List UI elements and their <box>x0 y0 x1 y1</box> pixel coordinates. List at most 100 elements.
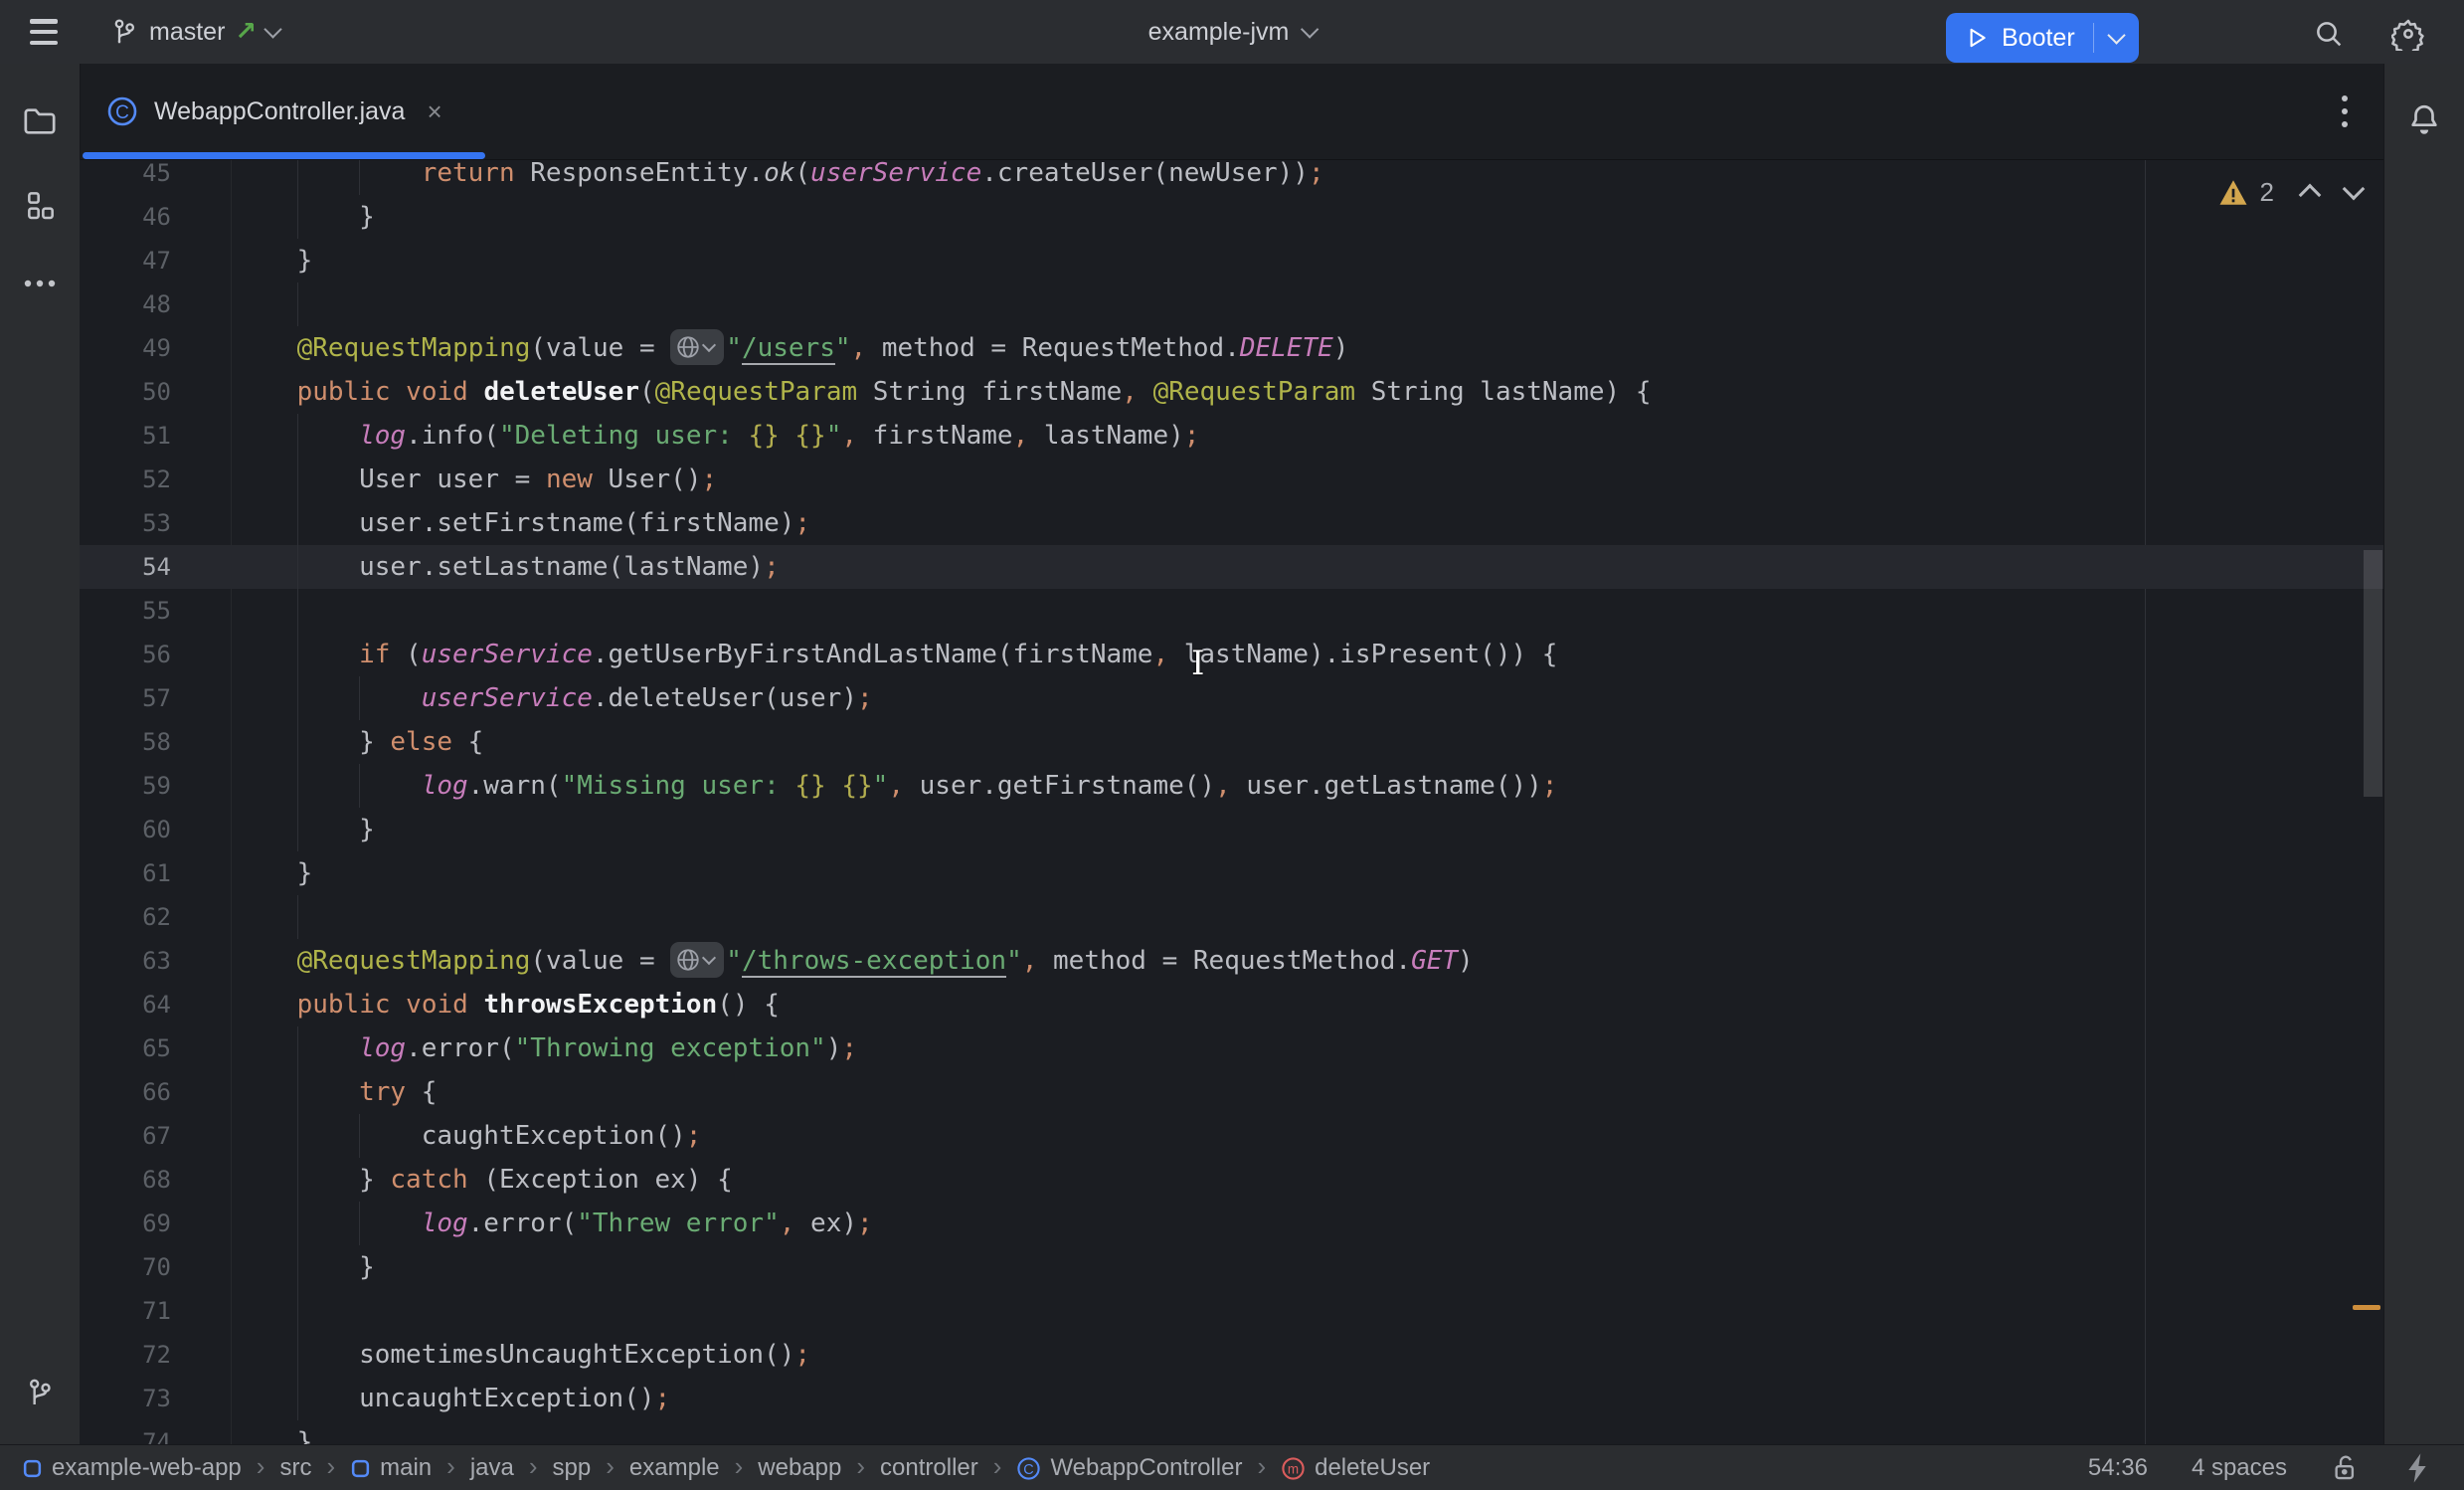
line-number[interactable]: 45 <box>80 160 171 195</box>
line-number[interactable]: 67 <box>80 1114 171 1158</box>
code-line[interactable]: 46} <box>80 195 2383 239</box>
code-line[interactable]: 74} <box>80 1420 2383 1444</box>
breadcrumb-item[interactable]: example-web-app <box>22 1454 242 1482</box>
run-options-button[interactable] <box>2094 35 2139 42</box>
line-number[interactable]: 63 <box>80 939 171 983</box>
tab-webappcontroller[interactable]: C WebappController.java × <box>81 64 470 159</box>
code-line[interactable]: 57userService.deleteUser(user); <box>80 676 2383 720</box>
breadcrumb-item[interactable]: main <box>350 1454 432 1482</box>
code-line[interactable]: 67caughtException(); <box>80 1114 2383 1158</box>
error-stripe-warning-mark[interactable] <box>2353 1305 2380 1310</box>
settings-gear-button[interactable] <box>2384 12 2432 56</box>
code-line[interactable]: 54user.setLastname(lastName); <box>80 545 2383 589</box>
unlock-icon[interactable] <box>2331 1452 2361 1484</box>
code-line[interactable]: 61} <box>80 851 2383 895</box>
line-number[interactable]: 70 <box>80 1245 171 1289</box>
code-line[interactable]: 68} catch (Exception ex) { <box>80 1158 2383 1202</box>
line-number[interactable]: 59 <box>80 764 171 808</box>
line-number[interactable]: 46 <box>80 195 171 239</box>
code-line[interactable]: 65log.error("Throwing exception"); <box>80 1026 2383 1070</box>
url-inlay-chip[interactable] <box>670 942 724 978</box>
line-number[interactable]: 72 <box>80 1333 171 1377</box>
line-number[interactable]: 65 <box>80 1026 171 1070</box>
line-number[interactable]: 60 <box>80 808 171 851</box>
code-line[interactable]: 64public void throwsException() { <box>80 983 2383 1026</box>
breadcrumb-separator: › <box>257 1451 265 1482</box>
line-number[interactable]: 56 <box>80 633 171 676</box>
prev-issue-chevron-up-icon[interactable] <box>2299 184 2322 207</box>
code-line[interactable]: 72sometimesUncaughtException(); <box>80 1333 2383 1377</box>
line-number[interactable]: 71 <box>80 1289 171 1333</box>
line-number[interactable]: 73 <box>80 1377 171 1420</box>
code-line[interactable]: 62 <box>80 895 2383 939</box>
breadcrumb-item[interactable]: mdeleteUser <box>1281 1454 1430 1482</box>
code-line[interactable]: 49@RequestMapping(value = "/users", meth… <box>80 326 2383 370</box>
line-number[interactable]: 69 <box>80 1202 171 1245</box>
breadcrumb-item[interactable]: example <box>629 1454 720 1482</box>
next-issue-chevron-down-icon[interactable] <box>2343 178 2366 201</box>
code-line[interactable]: 58} else { <box>80 720 2383 764</box>
indent-info[interactable]: 4 spaces <box>2192 1454 2287 1482</box>
code-line[interactable]: 60} <box>80 808 2383 851</box>
code-line[interactable]: 52User user = new User(); <box>80 458 2383 501</box>
line-number[interactable]: 52 <box>80 458 171 501</box>
search-button[interactable] <box>2305 12 2353 56</box>
run-button[interactable]: Booter <box>1946 24 2093 53</box>
code-line[interactable]: 47} <box>80 239 2383 282</box>
breadcrumb-item[interactable]: src <box>279 1454 311 1482</box>
code-line[interactable]: 48 <box>80 282 2383 326</box>
structure-icon[interactable] <box>0 178 80 234</box>
editor-scrollbar-thumb[interactable] <box>2364 550 2382 797</box>
code-line[interactable]: 53user.setFirstname(firstName); <box>80 501 2383 545</box>
breadcrumb-item[interactable]: java <box>470 1454 514 1482</box>
code-line[interactable]: 71 <box>80 1289 2383 1333</box>
git-branch-widget[interactable]: master ↗ <box>99 10 289 54</box>
tab-close-icon[interactable]: × <box>427 96 441 127</box>
code-line[interactable]: 70} <box>80 1245 2383 1289</box>
code-line[interactable]: 45return ResponseEntity.ok(userService.c… <box>80 160 2383 195</box>
code-line[interactable]: 66try { <box>80 1070 2383 1114</box>
line-number[interactable]: 74 <box>80 1420 171 1444</box>
breadcrumb-item[interactable]: controller <box>880 1454 978 1482</box>
url-inlay-chip[interactable] <box>670 329 724 365</box>
run-chevron-down-icon <box>2107 26 2125 44</box>
line-number[interactable]: 48 <box>80 282 171 326</box>
breadcrumb-item[interactable]: webapp <box>758 1454 841 1482</box>
code-editor[interactable]: 45return ResponseEntity.ok(userService.c… <box>80 160 2383 1444</box>
warning-summary[interactable]: 2 <box>2218 177 2274 208</box>
caret-position[interactable]: 54:36 <box>2088 1454 2148 1482</box>
code-line[interactable]: 51log.info("Deleting user: {} {}", first… <box>80 414 2383 458</box>
code-line[interactable]: 55 <box>80 589 2383 633</box>
line-number[interactable]: 54 <box>80 545 171 589</box>
code-line[interactable]: 50public void deleteUser(@RequestParam S… <box>80 370 2383 414</box>
line-number[interactable]: 53 <box>80 501 171 545</box>
line-number[interactable]: 49 <box>80 326 171 370</box>
smart-mode-lightning-icon[interactable] <box>2404 1452 2430 1484</box>
line-number[interactable]: 62 <box>80 895 171 939</box>
notifications-bell-icon[interactable] <box>2384 92 2464 147</box>
breadcrumb-item[interactable]: CWebappController <box>1016 1454 1242 1482</box>
more-tools-icon[interactable] <box>0 256 80 311</box>
line-number[interactable]: 68 <box>80 1158 171 1202</box>
line-number[interactable]: 50 <box>80 370 171 414</box>
line-number[interactable]: 57 <box>80 676 171 720</box>
code-line[interactable]: 69log.error("Threw error", ex); <box>80 1202 2383 1245</box>
line-number[interactable]: 58 <box>80 720 171 764</box>
main-menu-icon[interactable] <box>30 19 58 45</box>
line-number[interactable]: 64 <box>80 983 171 1026</box>
git-tool-icon[interactable] <box>0 1365 80 1420</box>
code-line[interactable]: 73uncaughtException(); <box>80 1377 2383 1420</box>
project-chevron-down-icon <box>1301 20 1319 38</box>
line-number[interactable]: 55 <box>80 589 171 633</box>
project-selector[interactable]: example-jvm <box>1148 10 1317 54</box>
line-number[interactable]: 51 <box>80 414 171 458</box>
files-folder-icon[interactable] <box>0 93 80 149</box>
line-number[interactable]: 47 <box>80 239 171 282</box>
code-line[interactable]: 59log.warn("Missing user: {} {}", user.g… <box>80 764 2383 808</box>
code-line[interactable]: 56if (userService.getUserByFirstAndLastN… <box>80 633 2383 676</box>
breadcrumb-item[interactable]: spp <box>553 1454 592 1482</box>
editor-options-kebab-icon[interactable] <box>2323 90 2367 133</box>
line-number[interactable]: 61 <box>80 851 171 895</box>
code-line[interactable]: 63@RequestMapping(value = "/throws-excep… <box>80 939 2383 983</box>
line-number[interactable]: 66 <box>80 1070 171 1114</box>
